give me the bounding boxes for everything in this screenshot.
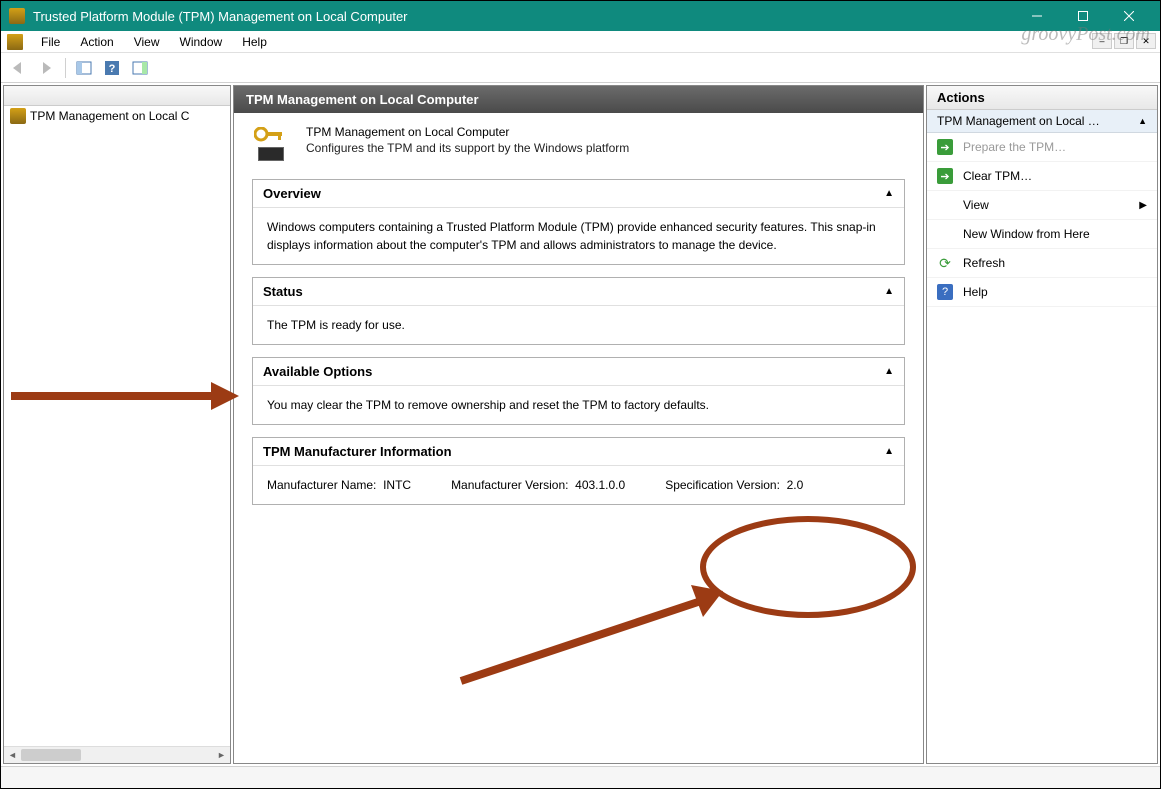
menu-window[interactable]: Window: [170, 33, 233, 51]
spec-version-value: 2.0: [787, 478, 804, 492]
toolbar: ?: [1, 53, 1160, 83]
submenu-arrow-icon: ▶: [1139, 200, 1147, 211]
tpm-icon: [10, 108, 26, 124]
details-header: TPM Management on Local Computer: [234, 86, 923, 113]
manufacturer-title: TPM Manufacturer Information: [263, 444, 452, 459]
title-bar: Trusted Platform Module (TPM) Management…: [1, 1, 1160, 31]
collapse-icon: ▲: [884, 366, 894, 377]
action-label: New Window from Here: [963, 227, 1090, 241]
help-icon: ?: [937, 284, 953, 300]
back-button[interactable]: [7, 56, 31, 80]
mmc-icon: [7, 34, 23, 50]
options-title: Available Options: [263, 364, 372, 379]
scroll-thumb[interactable]: [21, 749, 81, 761]
status-bar: [1, 766, 1160, 788]
options-panel-header[interactable]: Available Options ▲: [253, 358, 904, 386]
overview-body: Windows computers containing a Trusted P…: [253, 208, 904, 264]
overview-panel-header[interactable]: Overview ▲: [253, 180, 904, 208]
action-prepare-tpm[interactable]: ➔ Prepare the TPM…: [927, 133, 1157, 162]
maximize-button[interactable]: [1060, 1, 1106, 31]
status-panel-header[interactable]: Status ▲: [253, 278, 904, 306]
status-title: Status: [263, 284, 303, 299]
status-panel: Status ▲ The TPM is ready for use.: [252, 277, 905, 345]
collapse-icon: ▲: [884, 446, 894, 457]
window-title: Trusted Platform Module (TPM) Management…: [33, 9, 1014, 24]
options-body: You may clear the TPM to remove ownershi…: [253, 386, 904, 424]
mdi-restore-button[interactable]: ❐: [1114, 33, 1134, 49]
scroll-left-arrow[interactable]: ◄: [4, 747, 21, 763]
action-new-window[interactable]: New Window from Here: [927, 220, 1157, 249]
tree-item-label: TPM Management on Local C: [30, 109, 189, 123]
action-label: Clear TPM…: [963, 169, 1032, 183]
actions-subtitle: TPM Management on Local …: [937, 114, 1100, 128]
menu-file[interactable]: File: [31, 33, 70, 51]
collapse-icon: ▲: [1138, 116, 1147, 126]
menu-view[interactable]: View: [124, 33, 170, 51]
scroll-right-arrow[interactable]: ►: [213, 747, 230, 763]
tpm-key-icon: [252, 125, 292, 165]
actions-pane: Actions TPM Management on Local … ▲ ➔ Pr…: [926, 85, 1158, 764]
action-label: Help: [963, 285, 988, 299]
tree-header: [4, 86, 230, 106]
svg-text:?: ?: [109, 63, 116, 75]
action-label: Refresh: [963, 256, 1005, 270]
show-hide-tree-button[interactable]: [72, 56, 96, 80]
blank-icon: [937, 226, 953, 242]
options-panel: Available Options ▲ You may clear the TP…: [252, 357, 905, 425]
action-clear-tpm[interactable]: ➔ Clear TPM…: [927, 162, 1157, 191]
mfr-name-value: INTC: [383, 478, 411, 492]
action-help[interactable]: ? Help: [927, 278, 1157, 307]
intro-description: Configures the TPM and its support by th…: [306, 141, 629, 155]
collapse-icon: ▲: [884, 188, 894, 199]
toolbar-separator: [65, 58, 66, 78]
overview-panel: Overview ▲ Windows computers containing …: [252, 179, 905, 265]
tree-horizontal-scrollbar[interactable]: ◄ ►: [4, 746, 230, 763]
arrow-right-icon: ➔: [937, 139, 953, 155]
app-icon: [9, 8, 25, 24]
action-label: View: [963, 198, 989, 212]
show-hide-action-button[interactable]: [128, 56, 152, 80]
mdi-minimize-button[interactable]: –: [1092, 33, 1112, 49]
collapse-icon: ▲: [884, 286, 894, 297]
action-refresh[interactable]: ⟳ Refresh: [927, 249, 1157, 278]
spec-version-label: Specification Version:: [665, 478, 780, 492]
action-label: Prepare the TPM…: [963, 140, 1066, 154]
overview-title: Overview: [263, 186, 321, 201]
mdi-close-button[interactable]: ✕: [1136, 33, 1156, 49]
forward-button[interactable]: [35, 56, 59, 80]
refresh-icon: ⟳: [937, 255, 953, 271]
intro-title: TPM Management on Local Computer: [306, 125, 629, 139]
manufacturer-panel: TPM Manufacturer Information ▲ Manufactu…: [252, 437, 905, 505]
action-view[interactable]: View ▶: [927, 191, 1157, 220]
tree-item-tpm[interactable]: TPM Management on Local C: [4, 106, 230, 126]
mfr-version-value: 403.1.0.0: [575, 478, 625, 492]
menu-help[interactable]: Help: [232, 33, 277, 51]
minimize-button[interactable]: [1014, 1, 1060, 31]
actions-context-header[interactable]: TPM Management on Local … ▲: [927, 110, 1157, 133]
menu-bar: File Action View Window Help – ❐ ✕: [1, 31, 1160, 53]
mfr-name-label: Manufacturer Name:: [267, 478, 376, 492]
details-pane: TPM Management on Local Computer TPM Man…: [233, 85, 924, 764]
actions-title: Actions: [927, 86, 1157, 110]
blank-icon: [937, 197, 953, 213]
close-button[interactable]: [1106, 1, 1152, 31]
menu-action[interactable]: Action: [70, 33, 123, 51]
mfr-version-label: Manufacturer Version:: [451, 478, 568, 492]
manufacturer-panel-header[interactable]: TPM Manufacturer Information ▲: [253, 438, 904, 466]
help-button[interactable]: ?: [100, 56, 124, 80]
arrow-right-icon: ➔: [937, 168, 953, 184]
status-body: The TPM is ready for use.: [253, 306, 904, 344]
tree-pane: TPM Management on Local C ◄ ►: [3, 85, 231, 764]
